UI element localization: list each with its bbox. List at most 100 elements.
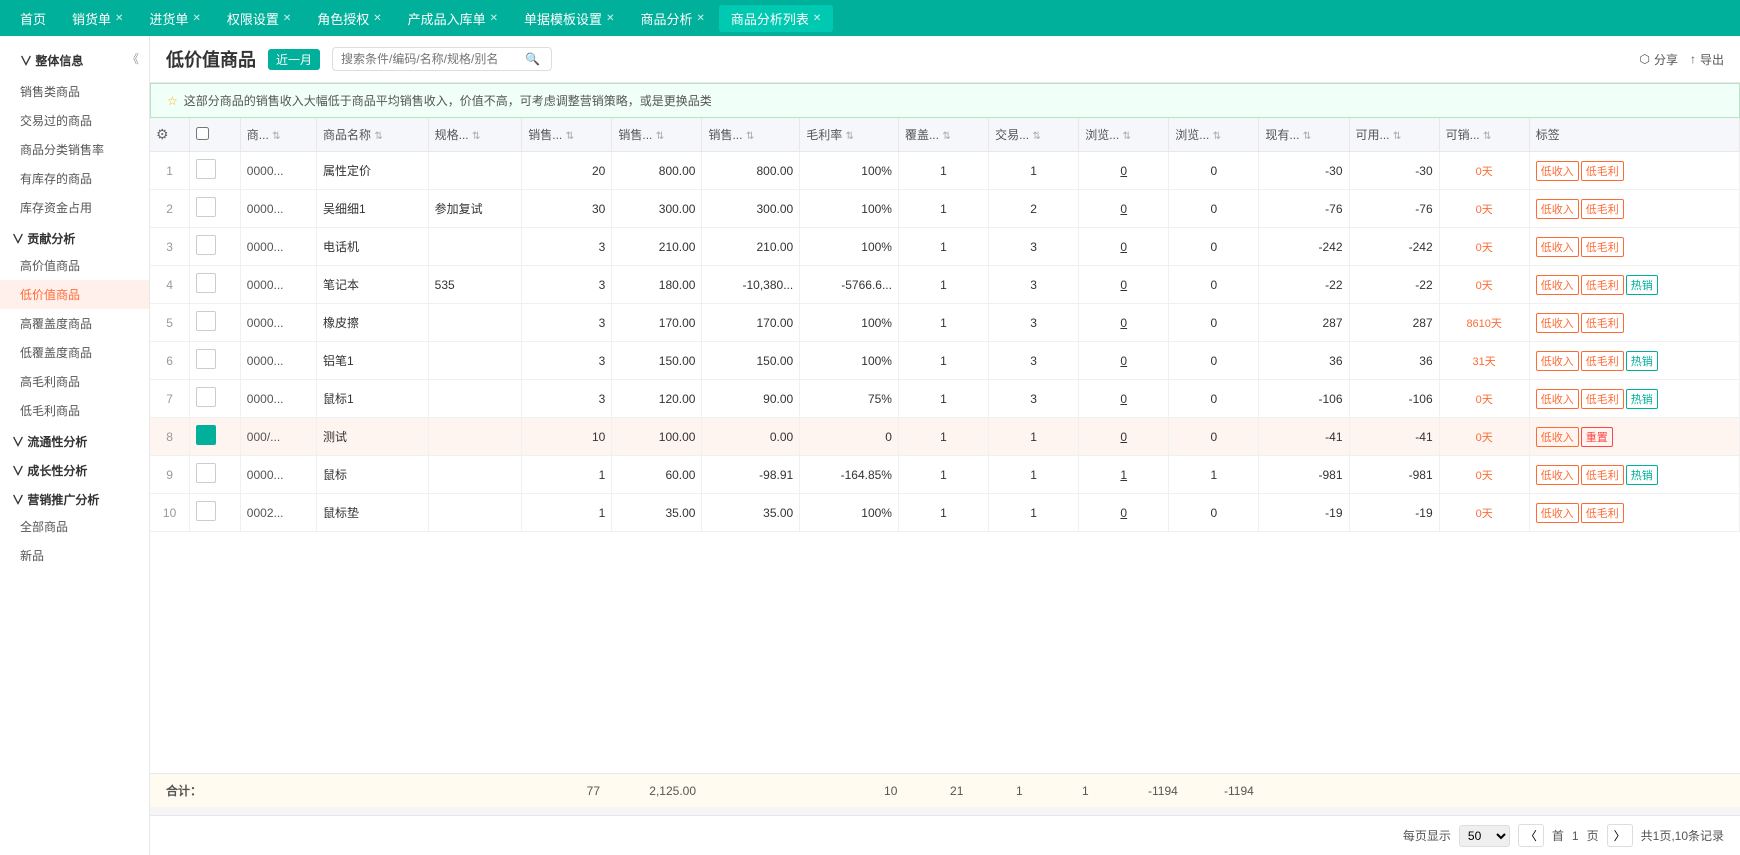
row-name[interactable]: 吴细细1 — [317, 190, 429, 228]
row-checkbox[interactable] — [196, 235, 216, 255]
search-icon[interactable]: 🔍 — [525, 52, 540, 66]
views1-link[interactable]: 0 — [1120, 202, 1127, 216]
share-button[interactable]: ⬡ 分享 — [1639, 51, 1678, 68]
sidebar-item-low-coverage[interactable]: 低覆盖度商品 — [0, 338, 149, 367]
row-views1[interactable]: 0 — [1079, 342, 1169, 380]
views1-link[interactable]: 0 — [1120, 430, 1127, 444]
gear-column-header[interactable]: ⚙ — [150, 118, 190, 152]
sidebar-item-high-margin[interactable]: 高毛利商品 — [0, 367, 149, 396]
row-checkbox[interactable] — [196, 311, 216, 331]
code-column-header[interactable]: 商... ⇅ — [240, 118, 316, 152]
sidebar-item-high-coverage[interactable]: 高覆盖度商品 — [0, 309, 149, 338]
nav-home[interactable]: 首页 — [8, 5, 58, 32]
row-views1[interactable]: 0 — [1079, 152, 1169, 190]
collapse-button[interactable]: 《 — [125, 48, 141, 69]
sidebar-item-low-margin[interactable]: 低毛利商品 — [0, 396, 149, 425]
close-icon[interactable]: ✕ — [115, 13, 123, 24]
time-filter-button[interactable]: 近一月 — [268, 49, 320, 70]
next-page-button[interactable]: 〉 — [1607, 824, 1633, 847]
views1-link[interactable]: 0 — [1120, 278, 1127, 292]
transactions-column-header[interactable]: 交易... ⇅ — [989, 118, 1079, 152]
nav-roles[interactable]: 角色授权 ✕ — [305, 5, 393, 32]
row-views1[interactable]: 0 — [1079, 380, 1169, 418]
close-icon[interactable]: ✕ — [696, 13, 704, 24]
nav-product-analysis[interactable]: 商品分析 ✕ — [628, 5, 716, 32]
nav-sales[interactable]: 销货单 ✕ — [60, 5, 135, 32]
name-column-header[interactable]: 商品名称 ⇅ — [317, 118, 429, 152]
sidebar-item-all-products[interactable]: 全部商品 — [0, 512, 149, 541]
select-all-checkbox[interactable] — [196, 127, 209, 140]
row-name[interactable]: 测试 — [317, 418, 429, 456]
sidebar-item-inventory-capital[interactable]: 库存资金占用 — [0, 193, 149, 222]
views1-link[interactable]: 0 — [1120, 354, 1127, 368]
row-views1[interactable]: 0 — [1079, 190, 1169, 228]
export-button[interactable]: ↑ 导出 — [1690, 51, 1724, 68]
row-name[interactable]: 铝笔1 — [317, 342, 429, 380]
row-checkbox[interactable] — [196, 159, 216, 179]
sidebar-item-new-products[interactable]: 新品 — [0, 541, 149, 570]
sidebar-group-circulation[interactable]: ∨ 流通性分析 — [0, 425, 149, 454]
row-name[interactable]: 鼠标垫 — [317, 494, 429, 532]
gross-margin-column-header[interactable]: 毛利率 ⇅ — [800, 118, 899, 152]
current-stock-column-header[interactable]: 现有... ⇅ — [1259, 118, 1349, 152]
views1-link[interactable]: 0 — [1120, 506, 1127, 520]
sales-profit-column-header[interactable]: 销售... ⇅ — [702, 118, 800, 152]
sidebar-group-growth[interactable]: ∨ 成长性分析 — [0, 454, 149, 483]
nav-purchase[interactable]: 进货单 ✕ — [137, 5, 212, 32]
sidebar-item-stocked-products[interactable]: 有库存的商品 — [0, 164, 149, 193]
row-name[interactable]: 鼠标 — [317, 456, 429, 494]
row-views1[interactable]: 0 — [1079, 228, 1169, 266]
row-checkbox[interactable] — [196, 463, 216, 483]
row-name[interactable]: 橡皮擦 — [317, 304, 429, 342]
first-page-button[interactable]: 〈 — [1518, 824, 1544, 847]
sales-qty-column-header[interactable]: 销售... ⇅ — [522, 118, 612, 152]
close-icon[interactable]: ✕ — [283, 13, 291, 24]
close-icon[interactable]: ✕ — [606, 13, 614, 24]
close-icon[interactable]: ✕ — [373, 13, 381, 24]
row-sales-amt: 800.00 — [612, 152, 702, 190]
views1-link[interactable]: 0 — [1120, 392, 1127, 406]
close-icon[interactable]: ✕ — [813, 13, 821, 24]
row-checkbox[interactable] — [196, 425, 216, 445]
nav-permissions[interactable]: 权限设置 ✕ — [215, 5, 303, 32]
close-icon[interactable]: ✕ — [490, 13, 498, 24]
row-views1[interactable]: 0 — [1079, 418, 1169, 456]
row-views1[interactable]: 1 — [1079, 456, 1169, 494]
nav-product-analysis-list[interactable]: 商品分析列表 ✕ — [719, 5, 833, 32]
close-icon[interactable]: ✕ — [192, 13, 200, 24]
sidebar-item-traded-products[interactable]: 交易过的商品 — [0, 106, 149, 135]
row-views1[interactable]: 0 — [1079, 304, 1169, 342]
row-checkbox[interactable] — [196, 197, 216, 217]
row-views1[interactable]: 0 — [1079, 266, 1169, 304]
views1-link[interactable]: 0 — [1120, 316, 1127, 330]
nav-product-entry[interactable]: 产成品入库单 ✕ — [396, 5, 510, 32]
available-column-header[interactable]: 可用... ⇅ — [1349, 118, 1439, 152]
sidebar-item-high-value[interactable]: 高价值商品 — [0, 251, 149, 280]
views1-link[interactable]: 1 — [1120, 468, 1127, 482]
row-checkbox[interactable] — [196, 387, 216, 407]
views1-link[interactable]: 0 — [1120, 164, 1127, 178]
sellable-column-header[interactable]: 可销... ⇅ — [1439, 118, 1529, 152]
spec-column-header[interactable]: 规格... ⇅ — [428, 118, 522, 152]
row-checkbox[interactable] — [196, 501, 216, 521]
row-checkbox[interactable] — [196, 273, 216, 293]
row-checkbox[interactable] — [196, 349, 216, 369]
sidebar-item-category-sales-rate[interactable]: 商品分类销售率 — [0, 135, 149, 164]
per-page-select[interactable]: 50 100 200 — [1459, 825, 1510, 847]
nav-template[interactable]: 单据模板设置 ✕ — [512, 5, 626, 32]
views1-link[interactable]: 0 — [1120, 240, 1127, 254]
coverage-column-header[interactable]: 覆盖... ⇅ — [898, 118, 988, 152]
row-name[interactable]: 鼠标1 — [317, 380, 429, 418]
settings-icon[interactable]: ⚙ — [156, 126, 169, 142]
row-name[interactable]: 笔记本 — [317, 266, 429, 304]
sales-amt-column-header[interactable]: 销售... ⇅ — [612, 118, 702, 152]
views1-column-header[interactable]: 浏览... ⇅ — [1079, 118, 1169, 152]
sidebar-item-low-value[interactable]: 低价值商品 — [0, 280, 149, 309]
horizontal-scrollbar[interactable] — [150, 807, 1740, 815]
views2-column-header[interactable]: 浏览... ⇅ — [1169, 118, 1259, 152]
row-name[interactable]: 电话机 — [317, 228, 429, 266]
row-name[interactable]: 属性定价 — [317, 152, 429, 190]
search-input[interactable] — [341, 52, 521, 66]
sidebar-item-sales-products[interactable]: 销售类商品 — [0, 77, 149, 106]
row-views1[interactable]: 0 — [1079, 494, 1169, 532]
